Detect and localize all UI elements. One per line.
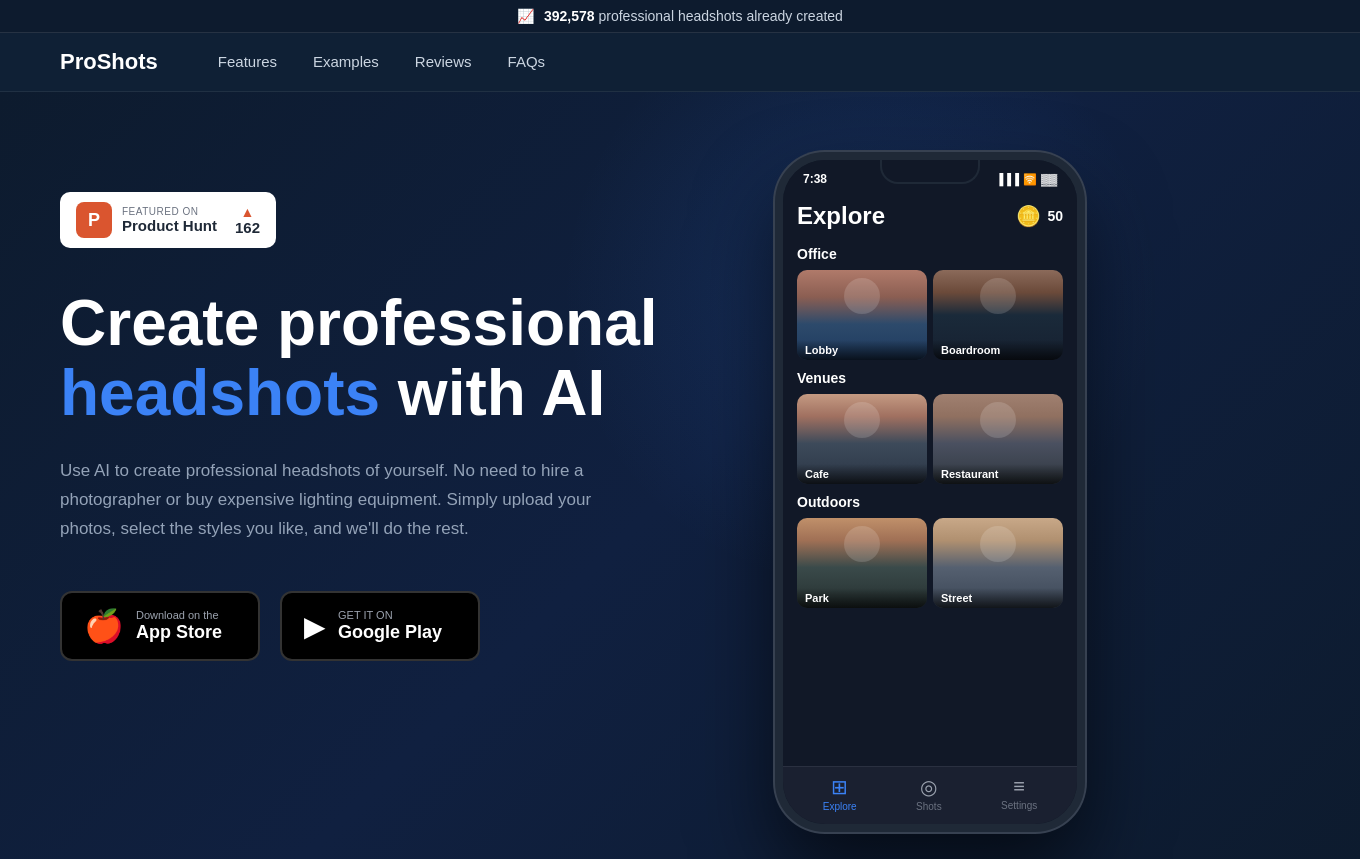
nav-examples[interactable]: Examples (313, 53, 379, 70)
explore-icon: ⊞ (831, 775, 848, 799)
coin-badge: 🪙 50 (1016, 204, 1063, 228)
outdoors-grid: Park Street (797, 518, 1063, 608)
ph-name: Product Hunt (122, 217, 217, 234)
ph-text: FEATURED ON Product Hunt (122, 206, 217, 234)
cafe-label: Cafe (797, 464, 927, 484)
banner-count: 392,578 (544, 8, 595, 24)
signal-icon: ▐▐▐ (996, 173, 1019, 185)
settings-label: Settings (1001, 800, 1037, 811)
park-card[interactable]: Park (797, 518, 927, 608)
hero-description: Use AI to create professional headshots … (60, 457, 640, 544)
phone-bottom-nav: ⊞ Explore ◎ Shots ≡ Settings (783, 766, 1077, 824)
app-title: Explore (797, 202, 885, 230)
app-store-button[interactable]: 🍎 Download on the App Store (60, 591, 260, 661)
app-store-sub: Download on the (136, 609, 222, 622)
phone-mockup: 7:38 ▐▐▐ 🛜 ▓▓ Explore 🪙 50 Office (775, 152, 1085, 832)
office-grid: Lobby Boardroom (797, 270, 1063, 360)
product-hunt-badge[interactable]: P FEATURED ON Product Hunt ▲ 162 (60, 192, 276, 248)
google-play-sub: GET IT ON (338, 609, 442, 622)
hero-section: P FEATURED ON Product Hunt ▲ 162 Create … (0, 92, 1360, 859)
street-label: Street (933, 588, 1063, 608)
nav-reviews[interactable]: Reviews (415, 53, 472, 70)
hero-title-headshots: headshots (60, 357, 380, 429)
phone-nav-settings[interactable]: ≡ Settings (1001, 775, 1037, 812)
hero-left: P FEATURED ON Product Hunt ▲ 162 Create … (60, 152, 720, 661)
download-buttons: 🍎 Download on the App Store ▶ GET IT ON … (60, 591, 720, 661)
hero-title: Create professional headshots with AI (60, 288, 720, 429)
google-play-main: Google Play (338, 622, 442, 644)
app-header: Explore 🪙 50 (797, 190, 1063, 238)
settings-icon: ≡ (1013, 775, 1025, 798)
trend-icon: 📈 (517, 8, 534, 24)
ph-arrow-icon: ▲ (241, 205, 255, 219)
ph-vote-count: 162 (235, 219, 260, 236)
logo[interactable]: ProShots (60, 49, 158, 75)
lobby-card[interactable]: Lobby (797, 270, 927, 360)
wifi-icon: 🛜 (1023, 173, 1037, 186)
section-office: Office (797, 246, 1063, 262)
coin-icon: 🪙 (1016, 204, 1041, 228)
banner-text: professional headshots already created (599, 8, 843, 24)
google-play-text: GET IT ON Google Play (338, 609, 442, 644)
venues-grid: Cafe Restaurant (797, 394, 1063, 484)
lobby-label: Lobby (797, 340, 927, 360)
hero-title-professional: professional (277, 287, 658, 359)
google-play-icon: ▶ (304, 610, 326, 643)
navbar: ProShots Features Examples Reviews FAQs (0, 33, 1360, 92)
section-venues: Venues (797, 370, 1063, 386)
phone-nav-shots[interactable]: ◎ Shots (916, 775, 942, 812)
restaurant-card[interactable]: Restaurant (933, 394, 1063, 484)
phone-nav-explore[interactable]: ⊞ Explore (823, 775, 857, 812)
phone-time: 7:38 (803, 172, 827, 186)
phone-mockup-container: 7:38 ▐▐▐ 🛜 ▓▓ Explore 🪙 50 Office (760, 152, 1100, 832)
battery-icon: ▓▓ (1041, 173, 1057, 185)
boardroom-card[interactable]: Boardroom (933, 270, 1063, 360)
explore-label: Explore (823, 801, 857, 812)
coin-count: 50 (1047, 208, 1063, 224)
phone-notch (880, 160, 980, 184)
hero-title-with-ai: with AI (380, 357, 605, 429)
shots-icon: ◎ (920, 775, 937, 799)
ph-featured-label: FEATURED ON (122, 206, 217, 217)
top-banner: 📈 392,578 professional headshots already… (0, 0, 1360, 33)
shots-label: Shots (916, 801, 942, 812)
street-card[interactable]: Street (933, 518, 1063, 608)
status-icons: ▐▐▐ 🛜 ▓▓ (996, 173, 1057, 186)
apple-icon: 🍎 (84, 607, 124, 645)
boardroom-label: Boardroom (933, 340, 1063, 360)
nav-features[interactable]: Features (218, 53, 277, 70)
phone-content: Explore 🪙 50 Office Lobby Boardroom (783, 190, 1077, 766)
google-play-button[interactable]: ▶ GET IT ON Google Play (280, 591, 480, 661)
restaurant-label: Restaurant (933, 464, 1063, 484)
ph-votes: ▲ 162 (235, 205, 260, 236)
section-outdoors: Outdoors (797, 494, 1063, 510)
park-label: Park (797, 588, 927, 608)
app-store-text: Download on the App Store (136, 609, 222, 644)
hero-title-create: Create (60, 287, 277, 359)
cafe-card[interactable]: Cafe (797, 394, 927, 484)
app-store-main: App Store (136, 622, 222, 644)
nav-faqs[interactable]: FAQs (508, 53, 546, 70)
product-hunt-icon: P (76, 202, 112, 238)
nav-links: Features Examples Reviews FAQs (218, 53, 545, 71)
